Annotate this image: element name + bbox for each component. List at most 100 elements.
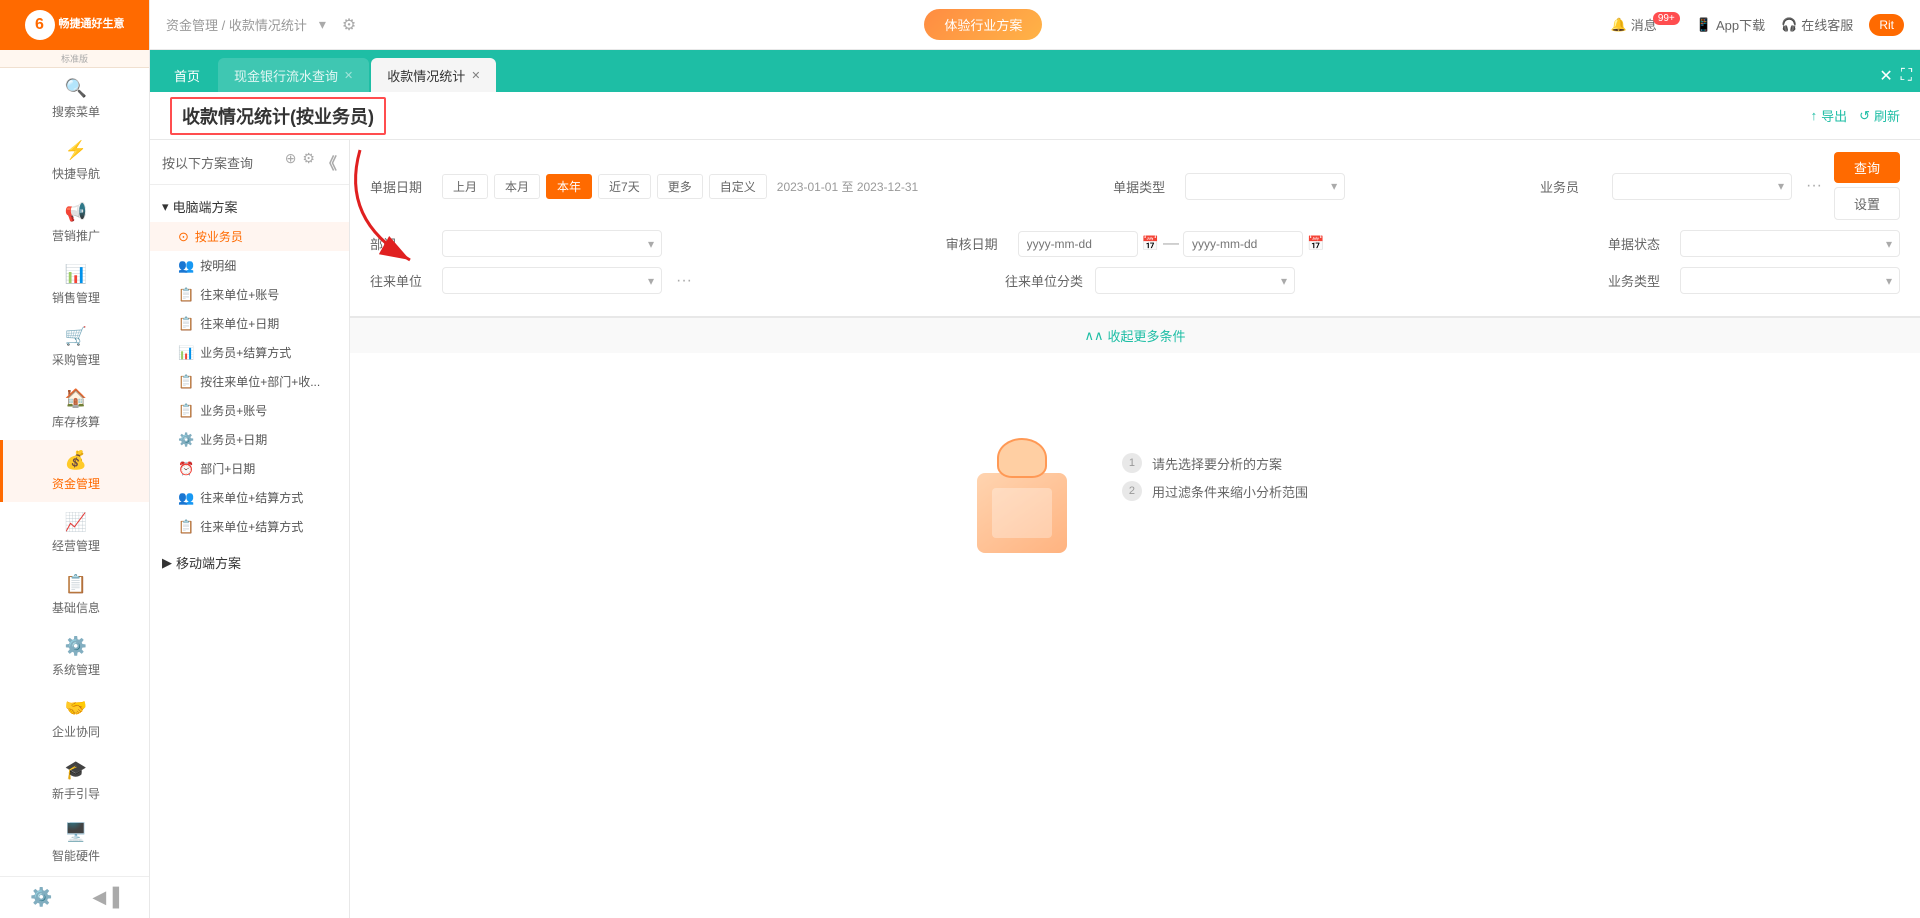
tab-receipt[interactable]: 收款情况统计 ✕ (371, 58, 496, 92)
salesperson-more-icon[interactable]: ··· (1806, 177, 1822, 195)
sidebar: 6 畅捷通好生意 标准版 🔍 搜索菜单 ⚡ 快捷导航 📢 营销推广 📊 销售管理… (0, 0, 150, 918)
close-all-icon[interactable]: ✕ (1879, 66, 1892, 86)
partner-select[interactable] (442, 267, 662, 294)
review-date-input-group: 📅 — 📅 (1018, 231, 1325, 257)
refresh-btn[interactable]: ↺ 刷新 (1859, 106, 1900, 125)
tree-item-partner-date[interactable]: 📋 往来单位+日期 (150, 309, 349, 338)
tree-item-partner-settle1[interactable]: 👥 往来单位+结算方式 (150, 483, 349, 512)
tree-item-label: 按明细 (200, 257, 236, 274)
partner-more-icon[interactable]: ··· (676, 272, 692, 290)
collapse-bar[interactable]: ∧∧ 收起更多条件 (350, 317, 1920, 353)
page-area: 收款情况统计(按业务员) ↑ 导出 ↺ 刷新 按以下方案查询 ⊕ (150, 92, 1920, 918)
partner-category-select[interactable] (1095, 267, 1295, 294)
review-date-from[interactable] (1018, 231, 1138, 257)
settings-btn[interactable]: 设置 (1834, 187, 1900, 220)
search-icon: 🔍 (65, 78, 87, 99)
tree-desktop-header[interactable]: ▾ 电脑端方案 (150, 191, 349, 222)
app-download-item[interactable]: 📱 App下载 (1696, 15, 1765, 34)
tree-item-salesperson-settle[interactable]: 📊 业务员+结算方式 (150, 338, 349, 367)
dropdown-icon[interactable]: ▾ (319, 16, 326, 33)
inventory-icon: 🏠 (65, 388, 87, 409)
export-label: 导出 (1821, 106, 1847, 125)
tab-bank-close[interactable]: ✕ (344, 69, 353, 82)
sidebar-item-search[interactable]: 🔍 搜索菜单 (0, 68, 149, 130)
sidebar-item-guide[interactable]: 🎓 新手引导 (0, 750, 149, 812)
sidebar-item-system[interactable]: ⚙️ 系统管理 (0, 626, 149, 688)
step-num-1: 1 (1122, 453, 1142, 473)
settings-scheme-icon[interactable]: ⚙ (302, 150, 315, 174)
sidebar-item-sales[interactable]: 📊 销售管理 (0, 254, 149, 316)
salesperson-active-icon: ⊙ (178, 229, 189, 245)
date-btn-this-month[interactable]: 本月 (494, 174, 540, 199)
tree-item-salesperson[interactable]: ⊙ 按业务员 (150, 222, 349, 251)
sidebar-item-purchase[interactable]: 🛒 采购管理 (0, 316, 149, 378)
empty-area: 1 请先选择要分析的方案 2 用过滤条件来缩小分析范围 (350, 353, 1920, 918)
tab-receipt-close[interactable]: ✕ (471, 69, 480, 82)
tree-item-detail[interactable]: 👥 按明细 (150, 251, 349, 280)
sidebar-item-basic[interactable]: 📋 基础信息 (0, 564, 149, 626)
mobile-icon: 📱 (1696, 17, 1712, 33)
query-btn[interactable]: 查询 (1834, 152, 1900, 183)
tree-expand-icon: ▾ (162, 199, 169, 215)
sidebar-item-hardware[interactable]: 🖥️ 智能硬件 (0, 812, 149, 874)
add-scheme-icon[interactable]: ⊕ (285, 150, 297, 174)
sidebar-item-marketing[interactable]: 📢 营销推广 (0, 192, 149, 254)
user-avatar[interactable]: Rit (1869, 14, 1904, 36)
trial-btn[interactable]: 体验行业方案 (924, 9, 1042, 40)
tree-item-label: 按业务员 (195, 228, 243, 245)
date-btn-custom[interactable]: 自定义 (709, 174, 767, 199)
notification-item[interactable]: 🔔 消息 99+ (1611, 15, 1680, 34)
collapse-panel-icon[interactable]: 《 (321, 150, 337, 174)
sidebar-item-collab[interactable]: 🤝 企业协同 (0, 688, 149, 750)
date-btn-last-month[interactable]: 上月 (442, 174, 488, 199)
dept-select[interactable] (442, 230, 662, 257)
doc-type-label: 单据类型 (1113, 177, 1173, 196)
salesperson-select[interactable] (1612, 173, 1792, 200)
export-btn[interactable]: ↑ 导出 (1811, 106, 1848, 125)
filter-row-2: 部门 审核日期 📅 — 📅 (370, 230, 1900, 257)
sidebar-item-nav[interactable]: ⚡ 快捷导航 (0, 130, 149, 192)
page-title: 收款情况统计(按业务员) (170, 97, 386, 135)
page-actions: ↑ 导出 ↺ 刷新 (1811, 106, 1900, 125)
doc-status-label: 单据状态 (1608, 234, 1668, 253)
tree-item-label: 按往来单位+部门+收... (200, 373, 320, 390)
basic-icon: 📋 (65, 574, 87, 595)
tree-item-salesperson-date[interactable]: ⚙️ 业务员+日期 (150, 425, 349, 454)
sidebar-item-management[interactable]: 📈 经营管理 (0, 502, 149, 564)
filter-row-3: 往来单位 ··· 往来单位分类 (370, 267, 1900, 294)
partner-category-label: 往来单位分类 (1005, 271, 1083, 290)
tree-mobile-expand-icon: ▶ (162, 555, 172, 571)
review-date-to[interactable] (1183, 231, 1303, 257)
tree-item-partner-account[interactable]: 📋 往来单位+账号 (150, 280, 349, 309)
collapse-icon: ∧∧ (1084, 328, 1103, 344)
calendar-icon-1: 📅 (1142, 235, 1159, 252)
tree-item-salesperson-account[interactable]: 📋 业务员+账号 (150, 396, 349, 425)
doc-status-select[interactable] (1680, 230, 1900, 257)
biz-type-select[interactable] (1680, 267, 1900, 294)
tree-item-partner-settle2[interactable]: 📋 往来单位+结算方式 (150, 512, 349, 541)
tab-bank[interactable]: 现金银行流水查询 ✕ (218, 58, 369, 92)
date-btn-7days[interactable]: 近7天 (598, 174, 651, 199)
sidebar-item-finance[interactable]: 💰 资金管理 (0, 440, 149, 502)
tree-item-partner-dept[interactable]: 📋 按往来单位+部门+收... (150, 367, 349, 396)
export-icon: ↑ (1811, 108, 1818, 123)
tree-mobile-section[interactable]: ▶ 移动端方案 (150, 547, 349, 578)
date-btn-this-year[interactable]: 本年 (546, 174, 592, 199)
doc-type-select[interactable] (1185, 173, 1345, 200)
tree-item-label: 往来单位+结算方式 (200, 489, 303, 506)
collapse-sidebar-icon[interactable]: ◀▐ (92, 887, 119, 908)
sidebar-nav: 🔍 搜索菜单 ⚡ 快捷导航 📢 营销推广 📊 销售管理 🛒 采购管理 🏠 库存核… (0, 68, 149, 876)
notification-badge: 99+ (1653, 12, 1680, 25)
tab-home[interactable]: 首页 (158, 58, 216, 92)
step-num-2: 2 (1122, 481, 1142, 501)
tree-item-dept-date[interactable]: ⏰ 部门+日期 (150, 454, 349, 483)
date-btn-more[interactable]: 更多 (657, 174, 703, 199)
settings-header-icon[interactable]: ⚙ (342, 15, 356, 35)
sidebar-item-inventory[interactable]: 🏠 库存核算 (0, 378, 149, 440)
filter-row-1: 单据日期 上月 本月 本年 近7天 更多 自定义 2023-01-01 至 20… (370, 152, 1900, 220)
left-panel: 按以下方案查询 ⊕ ⚙ 《 ▾ 电脑端方案 ⊙ 按业务员 (150, 140, 350, 918)
maximize-icon[interactable]: ⛶ (1901, 67, 1912, 85)
online-support-item[interactable]: 🎧 在线客服 (1781, 15, 1853, 34)
dept-date-icon: ⏰ (178, 461, 194, 477)
settings-footer-icon[interactable]: ⚙️ (30, 887, 52, 908)
